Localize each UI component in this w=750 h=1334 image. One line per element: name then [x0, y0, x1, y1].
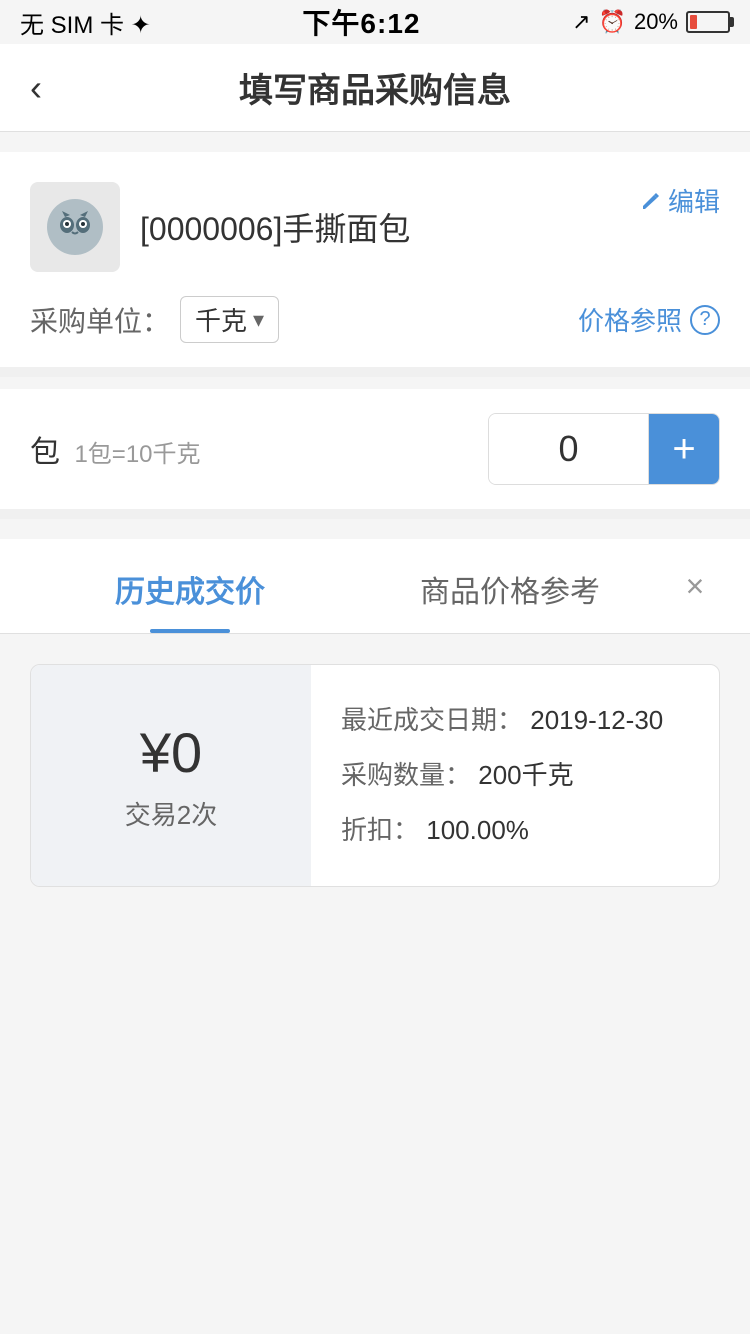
price-left-panel: ¥0 交易2次 [31, 665, 311, 886]
recent-date-row: 最近成交日期： 2019-12-30 [341, 701, 689, 740]
quantity-row-detail: 采购数量： 200千克 [341, 756, 689, 795]
tab-product-price-reference[interactable]: 商品价格参考 [350, 539, 670, 633]
edit-button[interactable]: 编辑 [640, 182, 720, 219]
product-logo [45, 197, 105, 257]
status-bar: 无 SIM 卡 ✦ 下午6:12 ↗ ⏰ 20% [0, 0, 750, 44]
qty-label-group: 包 1包=10千克 [30, 427, 201, 471]
product-image [30, 182, 120, 272]
product-card: [0000006]手撕面包 编辑 采购单位： 千克 ▾ 价格参照 ? [0, 152, 750, 367]
recent-date-value: 2019-12-30 [530, 705, 663, 735]
battery-text: 20% [634, 9, 678, 35]
price-right-panel: 最近成交日期： 2019-12-30 采购数量： 200千克 折扣： 100.0… [311, 665, 719, 886]
discount-row: 折扣： 100.00% [341, 811, 689, 850]
back-button[interactable]: ‹ [30, 67, 42, 109]
discount-value: 100.00% [426, 815, 529, 845]
qty-conversion-label: 1包=10千克 [74, 441, 200, 468]
status-left: 无 SIM 卡 ✦ [20, 5, 151, 40]
price-times: 交易2次 [125, 795, 217, 832]
quantity-plus-button[interactable]: + [649, 414, 719, 484]
product-name: [0000006]手撕面包 [140, 204, 410, 250]
section-divider [0, 367, 750, 377]
status-time: 下午6:12 [302, 2, 420, 42]
battery-fill [690, 15, 697, 29]
product-left: [0000006]手撕面包 [30, 182, 410, 272]
quantity-value: 200千克 [478, 760, 573, 790]
sim-text: 无 SIM 卡 ✦ [20, 5, 151, 40]
tab-close-button[interactable]: × [670, 561, 720, 611]
page-title: 填写商品采购信息 [239, 63, 511, 112]
section-divider-2 [0, 509, 750, 519]
status-right: ↗ ⏰ 20% [572, 9, 730, 35]
help-icon: ? [690, 305, 720, 335]
tabs-container: 历史成交价 商品价格参考 × [0, 539, 750, 634]
price-amount: ¥0 [140, 720, 202, 785]
location-icon: ↗ [572, 9, 590, 35]
qty-unit-label: 包 [30, 436, 60, 469]
tab-history-price[interactable]: 历史成交价 [30, 539, 350, 633]
quantity-row: 包 1包=10千克 + [0, 389, 750, 509]
nav-bar: ‹ 填写商品采购信息 [0, 44, 750, 132]
quantity-input[interactable] [489, 414, 649, 484]
unit-section: 采购单位： 千克 ▾ [30, 296, 279, 343]
tabs-row: 历史成交价 商品价格参考 × [0, 539, 750, 633]
tab-content-history: ¥0 交易2次 最近成交日期： 2019-12-30 采购数量： 200千克 折… [0, 634, 750, 1134]
dropdown-arrow-icon: ▾ [253, 307, 264, 333]
quantity-control: + [488, 413, 720, 485]
unit-label: 采购单位： [30, 300, 170, 340]
battery-indicator [686, 11, 730, 33]
product-unit-row: 采购单位： 千克 ▾ 价格参照 ? [30, 296, 720, 343]
edit-icon [640, 190, 662, 212]
product-header: [0000006]手撕面包 编辑 [30, 182, 720, 272]
unit-select[interactable]: 千克 ▾ [180, 296, 279, 343]
price-reference-button[interactable]: 价格参照 ? [578, 301, 720, 338]
alarm-icon: ⏰ [599, 9, 626, 35]
price-card: ¥0 交易2次 最近成交日期： 2019-12-30 采购数量： 200千克 折… [30, 664, 720, 887]
